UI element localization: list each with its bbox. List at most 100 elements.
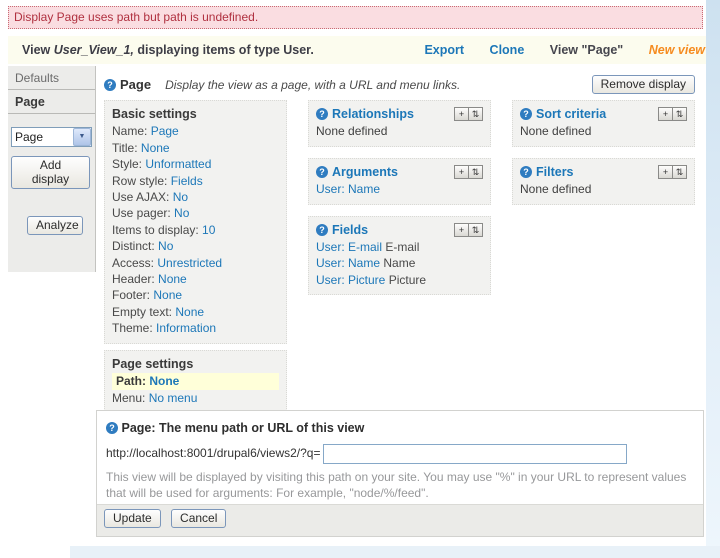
rearrange-relationships-button[interactable]: ⇅ [468, 107, 483, 122]
setting-access-value[interactable]: Unrestricted [157, 256, 222, 270]
setting-row-style-value[interactable]: Fields [171, 174, 203, 188]
setting-distinct-value[interactable]: No [158, 239, 173, 253]
field-user-name[interactable]: User: Name [316, 256, 380, 270]
rearrange-filters-button[interactable]: ⇅ [672, 165, 687, 180]
basic-settings-panel: Basic settings Name: Page Title: None St… [104, 100, 287, 344]
display-type-select-value: Page [15, 130, 44, 144]
sidebar-controls: Page ▼ Add display Analyze [8, 114, 95, 235]
help-icon[interactable]: ? [520, 166, 532, 179]
view-title-suffix: displaying items of type User. [137, 43, 314, 57]
rearrange-arguments-button[interactable]: ⇅ [468, 165, 483, 180]
setting-name-value[interactable]: Page [151, 124, 179, 138]
setting-empty-text-value[interactable]: None [175, 305, 204, 319]
setting-header: Header: None [112, 272, 187, 287]
page-edge-right [706, 0, 720, 558]
help-icon[interactable]: ? [316, 108, 328, 121]
setting-title-value[interactable]: None [141, 141, 170, 155]
help-icon[interactable]: ? [316, 166, 328, 179]
argument-item: User: Name [316, 181, 483, 197]
relationships-empty: None defined [316, 124, 388, 139]
fields-panel-title[interactable]: Fields [332, 222, 455, 238]
help-icon[interactable]: ? [104, 79, 116, 91]
setting-theme: Theme: Information [112, 321, 217, 336]
relationships-panel-title[interactable]: Relationships [332, 106, 455, 122]
view-header-links: Export Clone View "Page" New view [402, 36, 705, 64]
setting-use-pager-value[interactable]: No [174, 206, 189, 220]
setting-style: Style: Unformatted [112, 157, 212, 172]
setting-path-value[interactable]: None [149, 374, 179, 388]
display-type-select[interactable]: Page ▼ [11, 127, 92, 147]
field-user-email[interactable]: User: E-mail [316, 240, 382, 254]
help-icon[interactable]: ? [316, 223, 328, 236]
view-title-prefix: View [22, 43, 51, 57]
sort-criteria-panel-title[interactable]: Sort criteria [536, 106, 659, 122]
cancel-button[interactable]: Cancel [171, 509, 227, 528]
add-sort-button[interactable]: + [658, 107, 673, 122]
setting-name: Name: Page [112, 124, 179, 139]
column-right: ? Sort criteria + ⇅ None defined ? Filte… [512, 100, 695, 424]
display-header: ? Page Display the view as a page, with a … [96, 66, 705, 102]
add-argument-button[interactable]: + [454, 165, 469, 180]
chevron-down-icon: ▼ [73, 128, 91, 146]
display-title: Page [120, 77, 152, 92]
view-page-link[interactable]: View "Page" [550, 43, 623, 57]
update-button[interactable]: Update [104, 509, 161, 528]
page-settings-panel: Page settings Path: None Menu: No menu [104, 349, 287, 413]
setting-menu: Menu: No menu [112, 390, 198, 405]
arguments-panel: ? Arguments + ⇅ User: Name [308, 157, 491, 205]
add-display-button[interactable]: Add display [11, 156, 90, 189]
sidebar-tab-defaults[interactable]: Defaults [8, 66, 95, 90]
filters-panel: ? Filters + ⇅ None defined [512, 157, 695, 205]
setting-theme-value[interactable]: Information [156, 321, 216, 335]
page-settings-title: Page settings [112, 356, 194, 371]
sidebar-tab-page[interactable]: Page [8, 90, 95, 114]
field-user-name-label: Name [383, 256, 416, 271]
setting-row-style: Row style: Fields [112, 173, 203, 188]
form-footer: Update Cancel [97, 504, 703, 536]
display-description: Display the view as a page, with a URL a… [165, 78, 461, 92]
setting-style-value[interactable]: Unformatted [145, 157, 211, 171]
views-ui-page: Display Page uses path but path is undef… [0, 0, 720, 558]
rearrange-sorts-button[interactable]: ⇅ [672, 107, 687, 122]
sort-criteria-empty: None defined [520, 124, 592, 139]
field-item: User: Picture Picture [316, 272, 483, 288]
view-title: View User_View_1, displaying items of ty… [22, 36, 314, 64]
add-field-button[interactable]: + [454, 222, 469, 237]
form-title-text: Page: The menu path or URL of this view [121, 421, 365, 435]
filters-panel-title[interactable]: Filters [536, 164, 659, 180]
add-relationship-button[interactable]: + [454, 107, 469, 122]
export-link[interactable]: Export [424, 43, 464, 57]
new-view-link[interactable]: New view [649, 43, 705, 57]
relationships-panel: ? Relationships + ⇅ None defined [308, 100, 491, 147]
filters-empty: None defined [520, 182, 592, 197]
setting-title: Title: None [112, 140, 170, 155]
help-icon[interactable]: ? [520, 108, 532, 121]
setting-footer-value[interactable]: None [153, 288, 182, 302]
form-title: ? Page: The menu path or URL of this vie… [97, 411, 703, 435]
setting-use-ajax-value[interactable]: No [173, 190, 188, 204]
setting-items-to-display-value[interactable]: 10 [202, 223, 215, 237]
field-user-picture[interactable]: User: Picture [316, 273, 385, 287]
add-filter-button[interactable]: + [658, 165, 673, 180]
argument-user-name[interactable]: User: Name [316, 182, 380, 196]
display-sidebar: Defaults Page Page ▼ Add display Analyze [8, 66, 96, 272]
rearrange-fields-button[interactable]: ⇅ [468, 222, 483, 237]
setting-header-value[interactable]: None [158, 272, 187, 286]
path-input[interactable] [323, 444, 628, 464]
help-icon[interactable]: ? [106, 422, 118, 434]
url-row: http://localhost:8001/drupal6/views2/?q= [97, 435, 703, 464]
column-middle: ? Relationships + ⇅ None defined ? Argum… [308, 100, 491, 424]
field-item: User: Name Name [316, 255, 483, 271]
basic-settings-title: Basic settings [112, 107, 197, 121]
page-edge-bottom [70, 546, 720, 558]
setting-menu-value[interactable]: No menu [149, 391, 198, 405]
arguments-panel-title[interactable]: Arguments [332, 164, 455, 180]
analyze-button[interactable]: Analyze [27, 216, 83, 235]
setting-access: Access: Unrestricted [112, 255, 223, 270]
view-header-bar: View User_View_1, displaying items of ty… [8, 36, 712, 64]
display-settings-columns: Basic settings Name: Page Title: None St… [96, 100, 706, 424]
column-basic: Basic settings Name: Page Title: None St… [104, 100, 287, 424]
setting-use-ajax: Use AJAX: No [112, 190, 189, 205]
remove-display-button[interactable]: Remove display [591, 75, 695, 94]
clone-link[interactable]: Clone [490, 43, 525, 57]
